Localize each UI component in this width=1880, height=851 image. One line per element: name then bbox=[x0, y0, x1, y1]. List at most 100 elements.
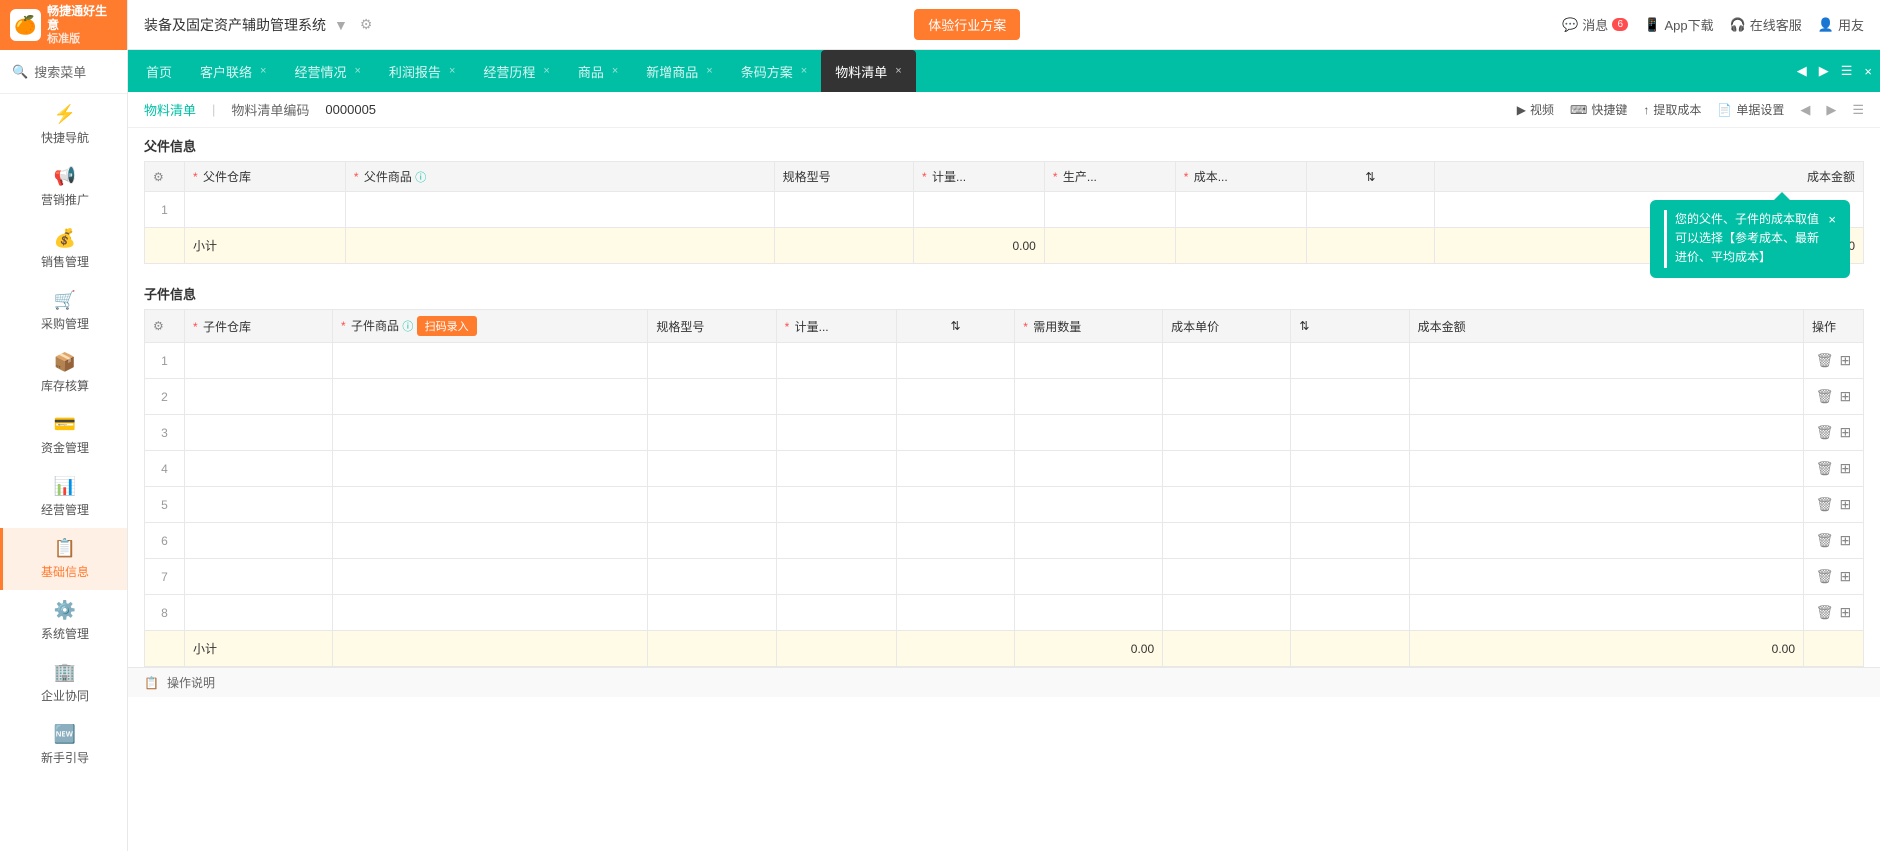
parent-row-1-cost[interactable] bbox=[1175, 192, 1306, 228]
child-r8-product[interactable] bbox=[332, 595, 647, 631]
child-r5-cost-price[interactable] bbox=[1163, 487, 1291, 523]
child-r1-product[interactable] bbox=[332, 343, 647, 379]
settings-icon[interactable]: ⚙ bbox=[360, 16, 373, 33]
child-r7-cost-price[interactable] bbox=[1163, 559, 1291, 595]
child-r5-qty-unit[interactable] bbox=[776, 487, 896, 523]
child-r3-warehouse[interactable] bbox=[185, 415, 333, 451]
child-r6-cost-price[interactable] bbox=[1163, 523, 1291, 559]
child-r8-required-qty[interactable] bbox=[1015, 595, 1163, 631]
sidebar-item-sales[interactable]: 💰 销售管理 bbox=[0, 218, 127, 280]
sidebar-item-finance[interactable]: 💳 资金管理 bbox=[0, 404, 127, 466]
child-r5-warehouse[interactable] bbox=[185, 487, 333, 523]
shortcut-button[interactable]: ⌨ 快捷键 bbox=[1570, 101, 1627, 118]
child-r8-spec[interactable] bbox=[648, 595, 776, 631]
delete-icon-r3[interactable]: 🗑 bbox=[1816, 424, 1834, 441]
nav-prev-icon[interactable]: ◀ bbox=[1800, 102, 1810, 118]
nav-right-icon[interactable]: ▶ bbox=[1815, 59, 1833, 83]
tab-barcode[interactable]: 条码方案 × bbox=[727, 50, 821, 92]
child-r1-spec[interactable] bbox=[648, 343, 776, 379]
tooltip-close-button[interactable]: × bbox=[1828, 210, 1836, 231]
child-r4-cost-price[interactable] bbox=[1163, 451, 1291, 487]
tab-bom-close[interactable]: × bbox=[895, 65, 901, 77]
tab-customers[interactable]: 客户联络 × bbox=[186, 50, 280, 92]
nav-close-icon[interactable]: × bbox=[1860, 60, 1876, 83]
child-r5-required-qty[interactable] bbox=[1015, 487, 1163, 523]
child-r7-spec[interactable] bbox=[648, 559, 776, 595]
child-r5-product[interactable] bbox=[332, 487, 647, 523]
child-r2-spec[interactable] bbox=[648, 379, 776, 415]
copy-icon-r7[interactable]: ⊞ bbox=[1840, 568, 1852, 585]
child-r7-warehouse[interactable] bbox=[185, 559, 333, 595]
child-r2-warehouse[interactable] bbox=[185, 379, 333, 415]
tab-profit-close[interactable]: × bbox=[449, 65, 455, 77]
sidebar-item-inventory[interactable]: 📦 库存核算 bbox=[0, 342, 127, 404]
child-r6-warehouse[interactable] bbox=[185, 523, 333, 559]
child-r1-warehouse[interactable] bbox=[185, 343, 333, 379]
nav-left-icon[interactable]: ◀ bbox=[1793, 59, 1811, 83]
child-r2-product[interactable] bbox=[332, 379, 647, 415]
child-r6-qty-unit[interactable] bbox=[776, 523, 896, 559]
delete-icon-r6[interactable]: 🗑 bbox=[1816, 532, 1834, 549]
copy-icon-r4[interactable]: ⊞ bbox=[1840, 460, 1852, 477]
delete-icon-r5[interactable]: 🗑 bbox=[1816, 496, 1834, 513]
tab-goods-close[interactable]: × bbox=[612, 65, 618, 77]
child-r6-required-qty[interactable] bbox=[1015, 523, 1163, 559]
child-r3-qty-unit[interactable] bbox=[776, 415, 896, 451]
tab-operations-close[interactable]: × bbox=[354, 65, 360, 77]
delete-icon-r2[interactable]: 🗑 bbox=[1816, 388, 1834, 405]
app-download-button[interactable]: 📱 App下载 bbox=[1644, 15, 1713, 34]
child-r6-product[interactable] bbox=[332, 523, 647, 559]
user-avatar[interactable]: 👤 用友 bbox=[1818, 15, 1864, 34]
child-r5-spec[interactable] bbox=[648, 487, 776, 523]
nav-next-icon[interactable]: ▶ bbox=[1826, 102, 1836, 118]
child-r4-qty-unit[interactable] bbox=[776, 451, 896, 487]
child-r1-required-qty[interactable] bbox=[1015, 343, 1163, 379]
sidebar-item-purchase[interactable]: 🛒 采购管理 bbox=[0, 280, 127, 342]
sidebar-item-operations[interactable]: 📊 经营管理 bbox=[0, 466, 127, 528]
tab-history[interactable]: 经营历程 × bbox=[469, 50, 563, 92]
tab-profit[interactable]: 利润报告 × bbox=[375, 50, 469, 92]
copy-icon-r8[interactable]: ⊞ bbox=[1840, 604, 1852, 621]
child-r7-product[interactable] bbox=[332, 559, 647, 595]
search-button[interactable]: 🔍 搜索菜单 bbox=[8, 58, 119, 85]
child-r8-warehouse[interactable] bbox=[185, 595, 333, 631]
tab-history-close[interactable]: × bbox=[543, 65, 549, 77]
copy-icon-r6[interactable]: ⊞ bbox=[1840, 532, 1852, 549]
child-r6-spec[interactable] bbox=[648, 523, 776, 559]
child-r7-required-qty[interactable] bbox=[1015, 559, 1163, 595]
parent-row-1-product[interactable] bbox=[345, 192, 774, 228]
copy-icon-r5[interactable]: ⊞ bbox=[1840, 496, 1852, 513]
child-r3-required-qty[interactable] bbox=[1015, 415, 1163, 451]
delete-icon-r1[interactable]: 🗑 bbox=[1816, 352, 1834, 369]
settings-gear-icon[interactable]: ⚙ bbox=[153, 170, 164, 184]
child-r1-qty-unit[interactable] bbox=[776, 343, 896, 379]
child-r1-cost-price[interactable] bbox=[1163, 343, 1291, 379]
tab-operations[interactable]: 经营情况 × bbox=[280, 50, 374, 92]
child-r3-spec[interactable] bbox=[648, 415, 776, 451]
copy-icon-r1[interactable]: ⊞ bbox=[1840, 352, 1852, 369]
tab-goods[interactable]: 商品 × bbox=[564, 50, 632, 92]
tab-new-goods[interactable]: 新增商品 × bbox=[632, 50, 726, 92]
child-r4-product[interactable] bbox=[332, 451, 647, 487]
video-button[interactable]: ▶ 视频 bbox=[1517, 101, 1554, 118]
parent-row-1-qty[interactable] bbox=[914, 192, 1045, 228]
sidebar-item-sysadmin[interactable]: ⚙️ 系统管理 bbox=[0, 590, 127, 652]
dropdown-icon[interactable]: ▼ bbox=[334, 17, 348, 33]
child-r4-required-qty[interactable] bbox=[1015, 451, 1163, 487]
child-settings-gear-icon[interactable]: ⚙ bbox=[153, 319, 164, 333]
list-view-icon[interactable]: ☰ bbox=[1852, 102, 1864, 118]
sidebar-item-enterprise[interactable]: 🏢 企业协同 bbox=[0, 652, 127, 714]
breadcrumb-bom[interactable]: 物料清单 bbox=[144, 100, 196, 119]
child-r2-required-qty[interactable] bbox=[1015, 379, 1163, 415]
single-settings-button[interactable]: 📄 单据设置 bbox=[1717, 101, 1784, 118]
delete-icon-r4[interactable]: 🗑 bbox=[1816, 460, 1834, 477]
sidebar-item-guide[interactable]: 🆕 新手引导 bbox=[0, 714, 127, 776]
delete-icon-r7[interactable]: 🗑 bbox=[1816, 568, 1834, 585]
child-r8-qty-unit[interactable] bbox=[776, 595, 896, 631]
online-service-button[interactable]: 🎧 在线客服 bbox=[1730, 15, 1802, 34]
message-button[interactable]: 💬 消息 6 bbox=[1562, 15, 1628, 34]
child-r3-product[interactable] bbox=[332, 415, 647, 451]
child-r3-cost-price[interactable] bbox=[1163, 415, 1291, 451]
tab-barcode-close[interactable]: × bbox=[801, 65, 807, 77]
tab-customers-close[interactable]: × bbox=[260, 65, 266, 77]
